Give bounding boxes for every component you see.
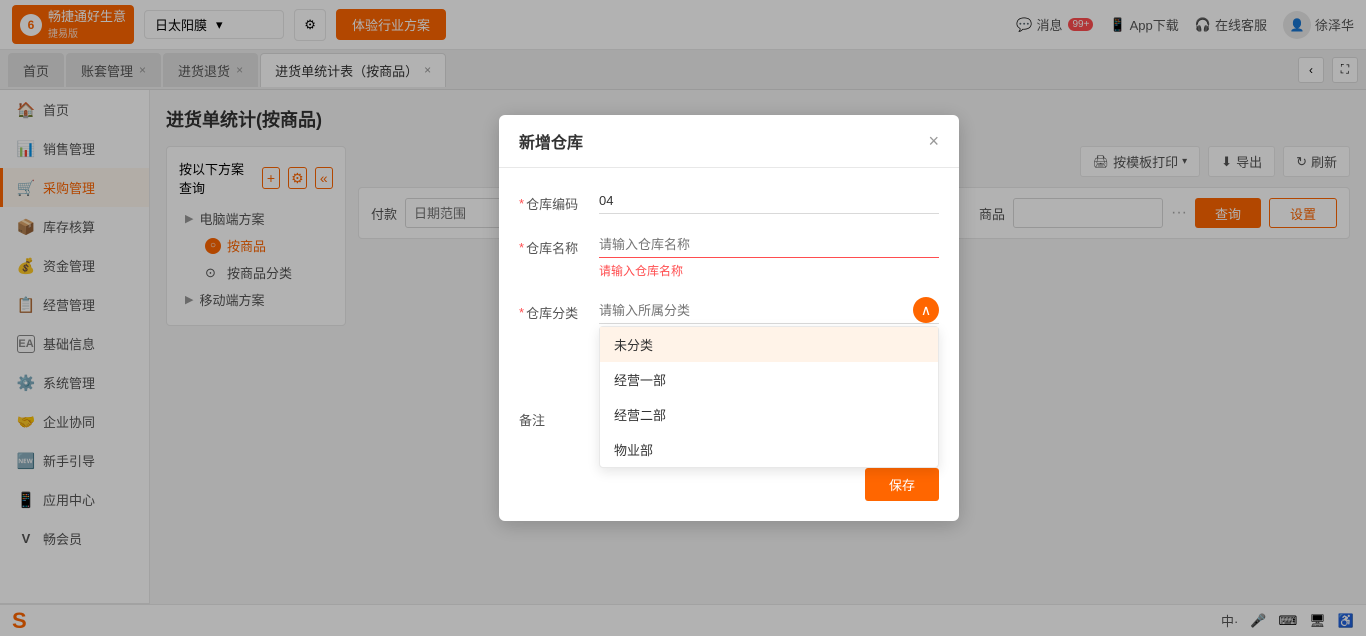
name-input[interactable] (599, 232, 939, 258)
modal-body: * 仓库编码 * 仓库名称 请输入仓库名称 * 仓库分类 (499, 168, 959, 468)
code-field-row: * 仓库编码 (519, 188, 939, 214)
category-select-wrapper: ∧ (599, 297, 939, 324)
dropdown-item-dept1[interactable]: 经营一部 (600, 362, 938, 397)
modal-footer: 保存 (499, 468, 959, 501)
category-dropdown: 未分类 经营一部 经营二部 物业部 (599, 326, 939, 468)
required-star-code: * (519, 196, 524, 211)
dropdown-item-property[interactable]: 物业部 (600, 432, 938, 467)
code-field (599, 188, 939, 214)
name-label: * 仓库名称 (519, 232, 599, 257)
modal-title: 新增仓库 (519, 129, 583, 153)
add-warehouse-modal: 新增仓库 × * 仓库编码 * 仓库名称 请输入仓库名称 (499, 115, 959, 521)
category-input[interactable] (599, 298, 913, 323)
category-field-row: * 仓库分类 ∧ 未分类 经营一部 经营二部 物业部 (519, 297, 939, 324)
name-error-text: 请输入仓库名称 (599, 262, 939, 279)
modal-close-button[interactable]: × (928, 132, 939, 150)
note-label: 备注 (519, 404, 599, 429)
save-button[interactable]: 保存 (865, 468, 939, 501)
name-field: 请输入仓库名称 (599, 232, 939, 279)
dropdown-item-uncategorized[interactable]: 未分类 (600, 327, 938, 362)
modal-header: 新增仓库 × (499, 115, 959, 168)
required-star-category: * (519, 305, 524, 320)
code-label: * 仓库编码 (519, 188, 599, 213)
category-field: ∧ 未分类 经营一部 经营二部 物业部 (599, 297, 939, 324)
required-star-name: * (519, 240, 524, 255)
name-field-row: * 仓库名称 请输入仓库名称 (519, 232, 939, 279)
category-toggle-button[interactable]: ∧ (913, 297, 939, 323)
code-input[interactable] (599, 188, 939, 214)
dropdown-item-dept2[interactable]: 经营二部 (600, 397, 938, 432)
category-label: * 仓库分类 (519, 297, 599, 322)
